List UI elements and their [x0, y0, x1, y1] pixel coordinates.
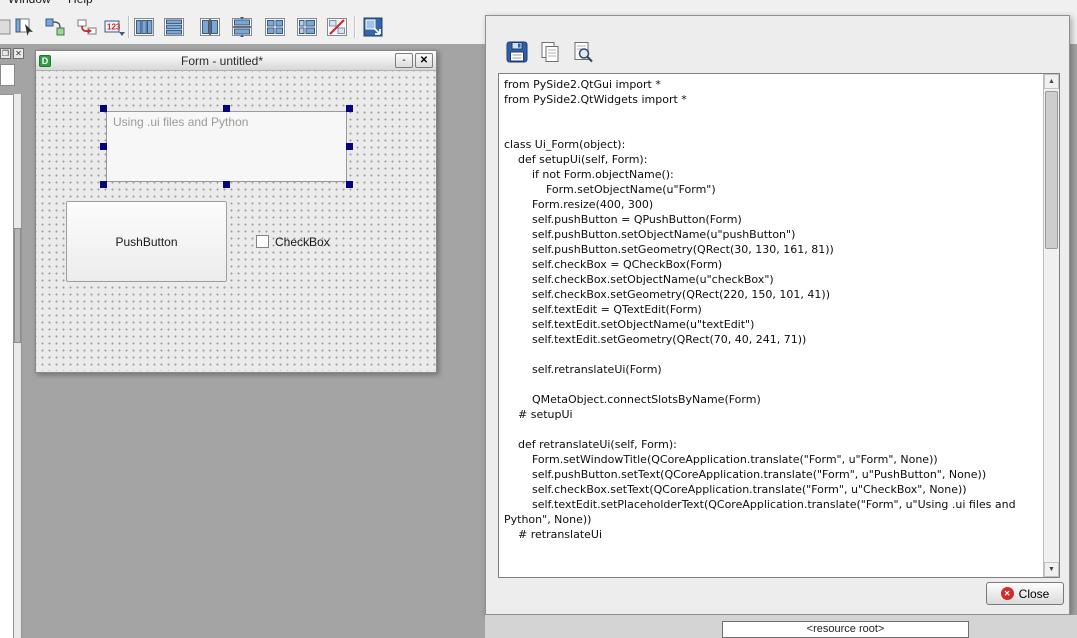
- edit-tab-order-icon[interactable]: 123: [102, 14, 128, 40]
- dock-close-icon[interactable]: ✕: [13, 48, 24, 59]
- pushbutton-widget[interactable]: PushButton: [66, 201, 227, 282]
- layout-horizontal-splitter-icon[interactable]: [197, 14, 223, 40]
- code-view[interactable]: from PySide2.QtGui import * from PySide2…: [498, 73, 1060, 578]
- layout-grid-icon[interactable]: [262, 14, 288, 40]
- edit-widgets-icon[interactable]: [12, 14, 38, 40]
- generated-python-code: from PySide2.QtGui import * from PySide2…: [504, 77, 1039, 542]
- edit-buddies-icon[interactable]: [74, 14, 100, 40]
- selection-handle-mid-left[interactable]: [100, 143, 107, 150]
- find-icon[interactable]: [570, 39, 596, 65]
- resource-root-item[interactable]: <resource root>: [722, 621, 969, 638]
- checkbox-widget[interactable]: CheckBox: [256, 221, 357, 262]
- close-button[interactable]: ✕ Close: [986, 582, 1064, 605]
- selection-handle-top-center[interactable]: [223, 105, 230, 112]
- checkbox-label: CheckBox: [275, 235, 330, 249]
- layout-form-icon[interactable]: [294, 14, 320, 40]
- form-window-titlebar[interactable]: D Form - untitled* - ✕: [36, 51, 436, 71]
- scroll-down-icon[interactable]: ▼: [1044, 562, 1059, 577]
- adjust-size-icon[interactable]: [360, 14, 386, 40]
- menubar: Window Help: [0, 0, 1077, 9]
- form-canvas[interactable]: Using .ui files and Python PushButton Ch…: [36, 71, 436, 371]
- selection-handle-top-left[interactable]: [100, 105, 107, 112]
- code-preview-dialog: from PySide2.QtGui import * from PySide2…: [485, 15, 1070, 615]
- tab-order-123-label: 123: [107, 23, 121, 32]
- toolbar-separator: [354, 16, 356, 38]
- close-button-label: Close: [1019, 587, 1050, 601]
- widgetbox-scrollbar-thumb[interactable]: [14, 228, 21, 343]
- menu-help[interactable]: Help: [68, 0, 93, 6]
- selection-handle-bottom-right[interactable]: [346, 181, 353, 188]
- toolbar-separator: [128, 16, 130, 38]
- designer-form-window: D Form - untitled* - ✕ Using .ui files a…: [35, 50, 437, 373]
- widget-box-panel: [0, 94, 14, 638]
- dock-float-icon[interactable]: ❐: [0, 48, 11, 59]
- textedit-widget[interactable]: Using .ui files and Python: [106, 111, 347, 182]
- copy-icon[interactable]: [537, 39, 563, 65]
- layout-vertical-splitter-icon[interactable]: [229, 14, 255, 40]
- selection-handle-top-right[interactable]: [346, 105, 353, 112]
- selection-handle-mid-right[interactable]: [346, 143, 353, 150]
- form-close-button[interactable]: ✕: [415, 53, 433, 68]
- form-minimize-button[interactable]: -: [395, 53, 413, 68]
- close-red-x-icon: ✕: [1001, 587, 1014, 600]
- resource-browser-panel: <resource root>: [485, 615, 1077, 638]
- selection-handle-bottom-center[interactable]: [223, 181, 230, 188]
- checkbox-indicator[interactable]: [256, 235, 269, 248]
- layout-horizontal-icon[interactable]: [131, 14, 157, 40]
- widgetbox-scrollbar[interactable]: [14, 94, 22, 638]
- edit-signals-slots-icon[interactable]: [42, 14, 68, 40]
- code-scrollbar-thumb[interactable]: [1045, 91, 1058, 249]
- scroll-up-icon[interactable]: ▲: [1044, 74, 1059, 89]
- form-window-title: Form - untitled*: [51, 54, 393, 68]
- break-layout-icon[interactable]: [324, 14, 350, 40]
- menu-window[interactable]: Window: [8, 0, 51, 6]
- form-file-icon: D: [39, 55, 51, 67]
- code-vertical-scrollbar[interactable]: ▲ ▼: [1043, 74, 1059, 577]
- layout-vertical-icon[interactable]: [161, 14, 187, 40]
- widgetbox-filter-input[interactable]: [0, 64, 15, 86]
- selection-handle-bottom-left[interactable]: [100, 181, 107, 188]
- save-icon[interactable]: [504, 39, 530, 65]
